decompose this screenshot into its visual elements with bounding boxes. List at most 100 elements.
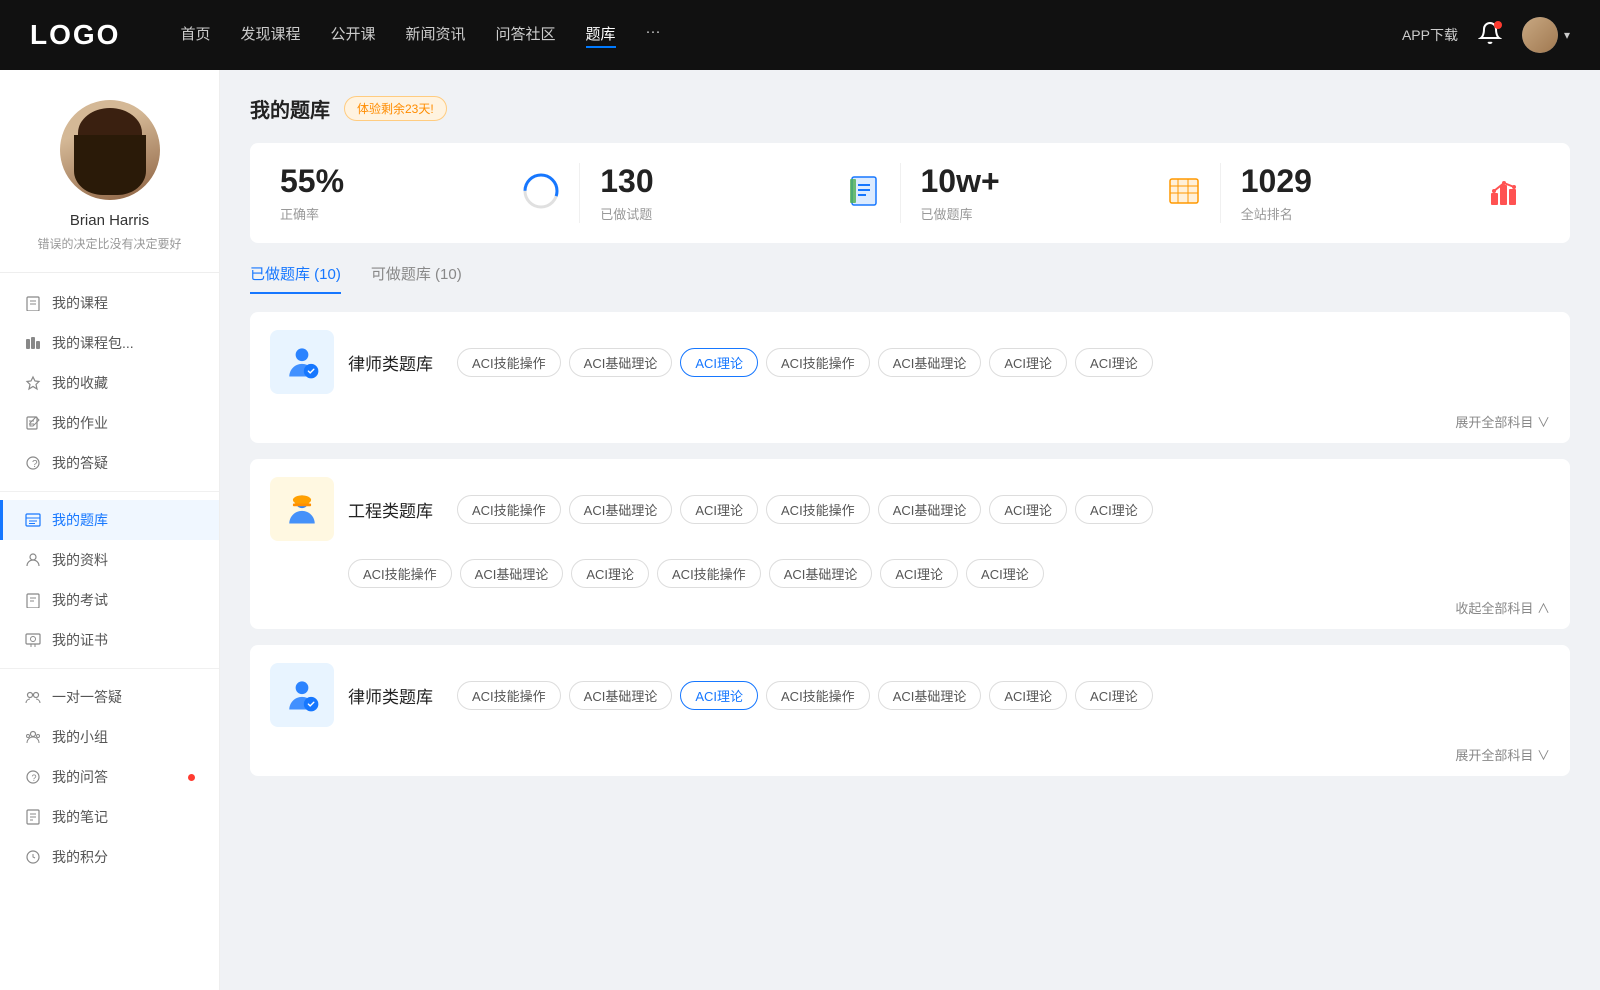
collapse-link-2[interactable]: 收起全部科目 ∧ xyxy=(250,598,1570,629)
stat-ranking-icon xyxy=(1488,175,1520,212)
logo: LOGO xyxy=(30,19,120,51)
bank-tag[interactable]: ACI理论 xyxy=(571,559,649,588)
bank-tag[interactable]: ACI基础理论 xyxy=(569,348,673,377)
sidebar-item-my-group[interactable]: 我的小组 xyxy=(0,717,219,757)
my-course-icon xyxy=(24,294,42,312)
tabs-row: 已做题库 (10) 可做题库 (10) xyxy=(250,263,1570,294)
bank-tag[interactable]: ACI技能操作 xyxy=(348,559,452,588)
nav-news[interactable]: 新闻资讯 xyxy=(406,23,466,48)
one-on-one-icon xyxy=(24,688,42,706)
bank-tag[interactable]: ACI理论 xyxy=(880,559,958,588)
one-on-one-label: 一对一答疑 xyxy=(52,687,195,707)
bank-card-3-footer: 展开全部科目 ∨ xyxy=(250,745,1570,776)
my-points-icon xyxy=(24,848,42,866)
sidebar-item-my-questions[interactable]: ? 我的问答 xyxy=(0,757,219,797)
bank-tag[interactable]: ACI理论 xyxy=(1075,348,1153,377)
user-menu[interactable]: ▾ xyxy=(1522,17,1570,53)
sidebar-item-my-data[interactable]: 我的资料 xyxy=(0,540,219,580)
my-points-label: 我的积分 xyxy=(52,847,195,867)
stat-ranking-number: 1029 xyxy=(1241,163,1312,200)
bank-tag[interactable]: ACI基础理论 xyxy=(878,348,982,377)
bank-tag[interactable]: ACI理论 xyxy=(1075,495,1153,524)
sidebar-item-my-notes[interactable]: 我的笔记 xyxy=(0,797,219,837)
bank-card-3: 律师类题库 ACI技能操作 ACI基础理论 ACI理论 ACI技能操作 ACI基… xyxy=(250,645,1570,776)
expand-link-1[interactable]: 展开全部科目 ∨ xyxy=(1455,412,1550,431)
bank-card-3-name: 律师类题库 xyxy=(348,683,433,708)
nav-home[interactable]: 首页 xyxy=(180,23,210,48)
bank-tag[interactable]: ACI技能操作 xyxy=(457,681,561,710)
bank-tag-selected[interactable]: ACI理论 xyxy=(680,681,758,710)
my-favorites-icon xyxy=(24,374,42,392)
sidebar-item-my-cert[interactable]: 我的证书 xyxy=(0,620,219,660)
bank-tag[interactable]: ACI技能操作 xyxy=(457,495,561,524)
bank-tag[interactable]: ACI理论 xyxy=(966,559,1044,588)
tab-available-banks[interactable]: 可做题库 (10) xyxy=(371,263,462,294)
bank-card-2-icon xyxy=(270,477,334,541)
bank-tag-selected[interactable]: ACI理论 xyxy=(680,348,758,377)
bank-tag[interactable]: ACI基础理论 xyxy=(569,681,673,710)
sidebar-item-my-qa[interactable]: ? 我的答疑 xyxy=(0,443,219,483)
bank-tag[interactable]: ACI技能操作 xyxy=(766,495,870,524)
nav-more[interactable]: ··· xyxy=(646,23,661,48)
nav-discover[interactable]: 发现课程 xyxy=(240,23,300,48)
notification-bell[interactable] xyxy=(1478,21,1502,50)
stat-done-banks: 10w+ 已做题库 xyxy=(901,163,1221,223)
nav-avatar xyxy=(1522,17,1558,53)
my-data-icon xyxy=(24,551,42,569)
sidebar-item-my-course[interactable]: 我的课程 xyxy=(0,283,219,323)
bank-tag[interactable]: ACI技能操作 xyxy=(657,559,761,588)
stat-done-questions-content: 130 已做试题 xyxy=(600,163,653,223)
sidebar-item-my-course-pack[interactable]: 我的课程包... xyxy=(0,323,219,363)
my-cert-icon xyxy=(24,631,42,649)
my-group-icon xyxy=(24,728,42,746)
bank-card-2-tags-row2: ACI技能操作 ACI基础理论 ACI理论 ACI技能操作 ACI基础理论 AC… xyxy=(250,559,1570,598)
bank-tag[interactable]: ACI基础理论 xyxy=(878,681,982,710)
bank-tag[interactable]: ACI技能操作 xyxy=(766,681,870,710)
bank-tag[interactable]: ACI技能操作 xyxy=(457,348,561,377)
divider1 xyxy=(0,491,219,492)
bank-tag[interactable]: ACI基础理论 xyxy=(460,559,564,588)
bank-card-2-tags: ACI技能操作 ACI基础理论 ACI理论 ACI技能操作 ACI基础理论 AC… xyxy=(457,495,1153,524)
bank-tag[interactable]: ACI理论 xyxy=(989,495,1067,524)
sidebar-item-one-on-one[interactable]: 一对一答疑 xyxy=(0,677,219,717)
sidebar: Brian Harris 错误的决定比没有决定要好 我的课程 我的课程包... xyxy=(0,70,220,990)
nav-open-course[interactable]: 公开课 xyxy=(330,23,375,48)
svg-text:?: ? xyxy=(32,459,38,470)
bank-tag[interactable]: ACI技能操作 xyxy=(766,348,870,377)
sidebar-menu: 我的课程 我的课程包... 我的收藏 我的作业 xyxy=(0,273,219,887)
my-notes-icon xyxy=(24,808,42,826)
sidebar-item-my-bank[interactable]: 我的题库 xyxy=(0,500,219,540)
stat-accuracy: 55% 正确率 xyxy=(280,163,580,223)
bank-tag[interactable]: ACI理论 xyxy=(680,495,758,524)
nav-right: APP下载 ▾ xyxy=(1402,17,1570,53)
bank-tag[interactable]: ACI理论 xyxy=(989,348,1067,377)
navbar: LOGO 首页 发现课程 公开课 新闻资讯 问答社区 题库 ··· APP下载 … xyxy=(0,0,1600,70)
stats-bar: 55% 正确率 130 已做试题 xyxy=(250,143,1570,243)
stat-ranking-content: 1029 全站排名 xyxy=(1241,163,1312,223)
stat-ranking-label: 全站排名 xyxy=(1241,204,1312,223)
sidebar-profile: Brian Harris 错误的决定比没有决定要好 xyxy=(0,70,219,273)
stat-accuracy-icon xyxy=(523,173,559,214)
bank-tag[interactable]: ACI基础理论 xyxy=(878,495,982,524)
bank-tag[interactable]: ACI基础理论 xyxy=(569,495,673,524)
bank-card-2: 工程类题库 ACI技能操作 ACI基础理论 ACI理论 ACI技能操作 ACI基… xyxy=(250,459,1570,629)
sidebar-item-my-points[interactable]: 我的积分 xyxy=(0,837,219,877)
bank-tag[interactable]: ACI理论 xyxy=(989,681,1067,710)
stat-accuracy-number: 55% xyxy=(280,163,344,200)
nav-bank[interactable]: 题库 xyxy=(586,23,616,48)
my-favorites-label: 我的收藏 xyxy=(52,373,195,393)
my-qa-label: 我的答疑 xyxy=(52,453,195,473)
sidebar-item-my-homework[interactable]: 我的作业 xyxy=(0,403,219,443)
bank-card-1-tags: ACI技能操作 ACI基础理论 ACI理论 ACI技能操作 ACI基础理论 AC… xyxy=(457,348,1153,377)
my-course-pack-icon xyxy=(24,334,42,352)
divider2 xyxy=(0,668,219,669)
bank-card-1-name: 律师类题库 xyxy=(348,350,433,375)
bank-tag[interactable]: ACI理论 xyxy=(1075,681,1153,710)
sidebar-item-my-favorites[interactable]: 我的收藏 xyxy=(0,363,219,403)
bank-tag[interactable]: ACI基础理论 xyxy=(769,559,873,588)
sidebar-item-my-exam[interactable]: 我的考试 xyxy=(0,580,219,620)
app-download-button[interactable]: APP下载 xyxy=(1402,25,1458,45)
nav-qa[interactable]: 问答社区 xyxy=(496,23,556,48)
tab-done-banks[interactable]: 已做题库 (10) xyxy=(250,263,341,294)
expand-link-3[interactable]: 展开全部科目 ∨ xyxy=(1455,745,1550,764)
